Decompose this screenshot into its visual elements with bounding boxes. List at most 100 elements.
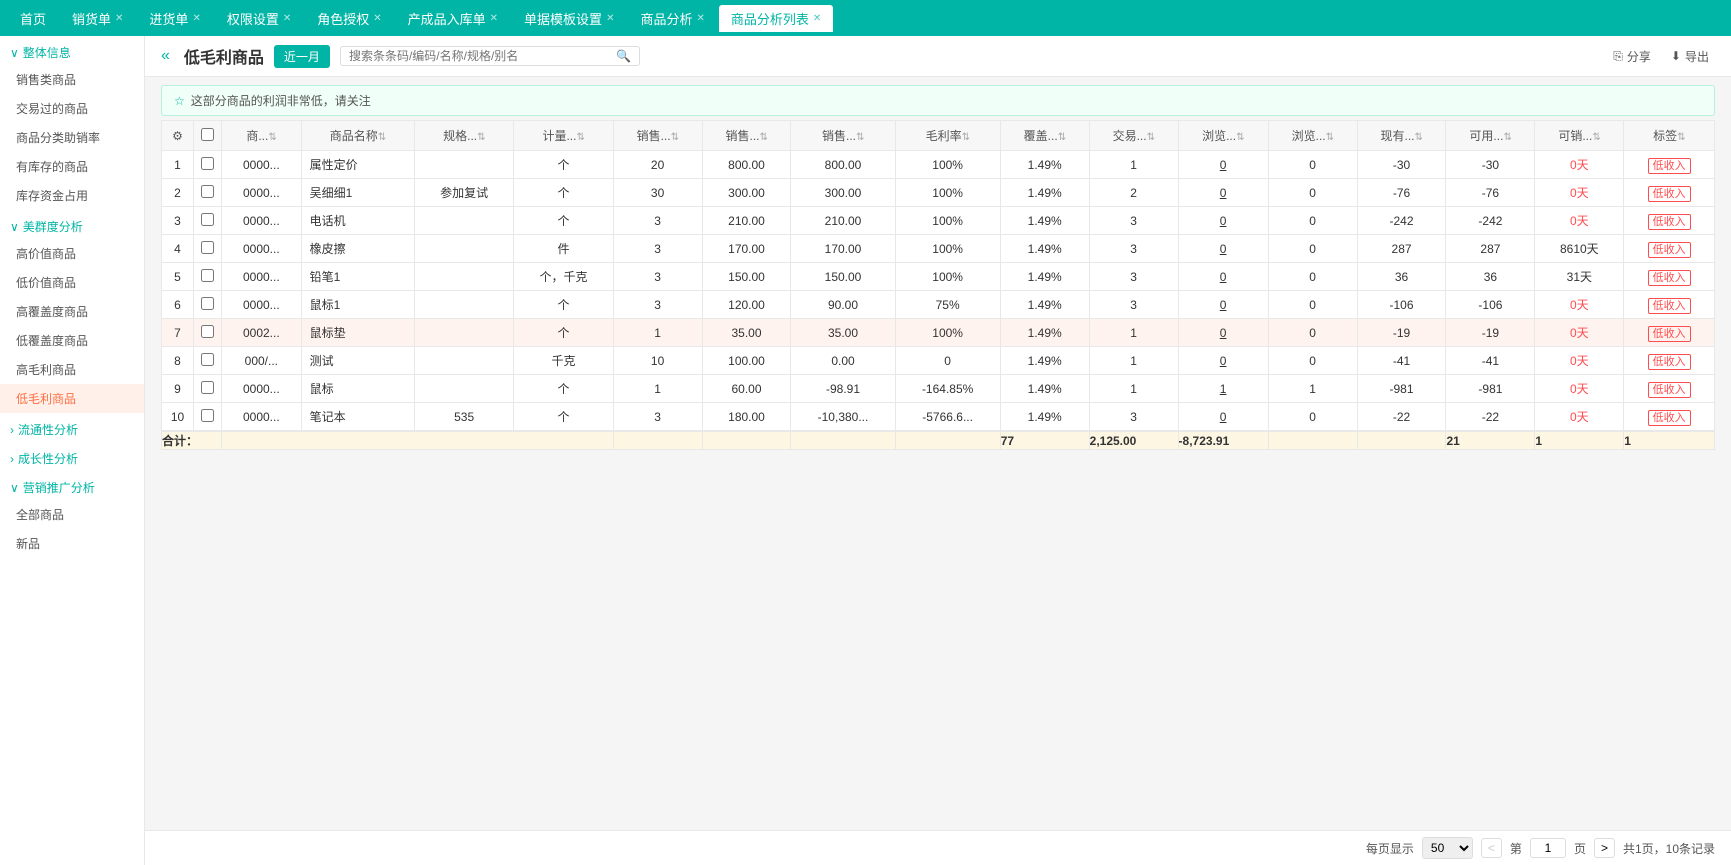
nav-close-icon[interactable]: ✕ — [373, 13, 381, 24]
row-browse1[interactable]: 0 — [1178, 347, 1268, 375]
data-table: ⚙ 商...⇅ 商品名称⇅ 规格...⇅ 计量...⇅ 销售...⇅ 销售...… — [161, 120, 1715, 450]
row-sales1: 20 — [613, 151, 702, 179]
page-input[interactable] — [1530, 838, 1566, 858]
col-browse2[interactable]: 浏览...⇅ — [1268, 121, 1357, 151]
nav-close-icon[interactable]: ✕ — [490, 13, 498, 24]
nav-template[interactable]: 单据模板设置 ✕ — [512, 5, 626, 32]
nav-product-in[interactable]: 产成品入库单 ✕ — [396, 5, 510, 32]
row-checkbox[interactable] — [194, 347, 222, 375]
col-settings[interactable]: ⚙ — [162, 121, 194, 151]
settings-icon[interactable]: ⚙ — [172, 129, 183, 143]
row-stock: -242 — [1357, 207, 1446, 235]
search-input[interactable] — [349, 49, 616, 63]
nav-close-icon[interactable]: ✕ — [192, 13, 200, 24]
col-trade[interactable]: 交易...⇅ — [1089, 121, 1178, 151]
row-checkbox[interactable] — [194, 235, 222, 263]
sidebar-item-low-cover[interactable]: 低覆盖度商品 — [0, 326, 144, 355]
col-sales1[interactable]: 销售...⇅ — [613, 121, 702, 151]
table-area[interactable]: ⚙ 商...⇅ 商品名称⇅ 规格...⇅ 计量...⇅ 销售...⇅ 销售...… — [161, 120, 1715, 830]
nav-close-icon[interactable]: ✕ — [696, 13, 704, 24]
col-cover[interactable]: 覆盖...⇅ — [1000, 121, 1089, 151]
page-size-select[interactable]: 50 100 200 — [1422, 837, 1473, 859]
row-checkbox[interactable] — [194, 151, 222, 179]
col-tag[interactable]: 标签⇅ — [1624, 121, 1715, 151]
row-tag: 低收入 — [1624, 263, 1715, 291]
col-browse1[interactable]: 浏览...⇅ — [1178, 121, 1268, 151]
sidebar-item-new-goods[interactable]: 新品 — [0, 529, 144, 558]
nav-analysis[interactable]: 商品分析 ✕ — [628, 5, 716, 32]
nav-role[interactable]: 角色授权 ✕ — [305, 5, 393, 32]
sidebar-group-overall[interactable]: ∨ 整体信息 — [0, 36, 144, 65]
col-sales3[interactable]: 销售...⇅ — [791, 121, 895, 151]
col-spec[interactable]: 规格...⇅ — [414, 121, 513, 151]
export-btn[interactable]: ⬇ 导出 — [1665, 45, 1715, 68]
row-name: 测试 — [301, 347, 414, 375]
nav-analysis-list[interactable]: 商品分析列表 ✕ — [719, 5, 833, 32]
sidebar-item-in-stock[interactable]: 有库存的商品 — [0, 152, 144, 181]
row-checkbox[interactable] — [194, 291, 222, 319]
col-sales2[interactable]: 销售...⇅ — [702, 121, 791, 151]
sidebar-item-category-rate[interactable]: 商品分类助销率 — [0, 123, 144, 152]
page-title: 低毛利商品 — [184, 44, 264, 68]
row-checkbox[interactable] — [194, 179, 222, 207]
row-checkbox[interactable] — [194, 207, 222, 235]
row-browse1[interactable]: 0 — [1178, 263, 1268, 291]
sidebar-item-all-goods[interactable]: 全部商品 — [0, 500, 144, 529]
sidebar-item-high-cover[interactable]: 高覆盖度商品 — [0, 297, 144, 326]
col-gross[interactable]: 毛利率⇅ — [895, 121, 1000, 151]
filter-recent-month-btn[interactable]: 近一月 — [274, 45, 330, 68]
col-code[interactable]: 商...⇅ — [222, 121, 302, 151]
row-browse1[interactable]: 0 — [1178, 151, 1268, 179]
sidebar-item-low-profit[interactable]: 低毛利商品 — [0, 384, 144, 413]
row-browse2: 0 — [1268, 263, 1357, 291]
col-sellable[interactable]: 可销...⇅ — [1535, 121, 1624, 151]
total-tag-empty: 1 — [1624, 431, 1715, 450]
row-sales3: -98.91 — [791, 375, 895, 403]
col-unit[interactable]: 计量...⇅ — [514, 121, 613, 151]
table-row: 7 0002... 鼠标垫 个 1 35.00 35.00 100% 1.49%… — [162, 319, 1715, 347]
nav-close-icon[interactable]: ✕ — [813, 13, 821, 24]
search-icon[interactable]: 🔍 — [616, 49, 631, 63]
row-browse1[interactable]: 0 — [1178, 291, 1268, 319]
row-checkbox[interactable] — [194, 403, 222, 432]
sidebar-group-marketing[interactable]: ∨ 营销推广分析 — [0, 471, 144, 500]
row-browse1[interactable]: 0 — [1178, 403, 1268, 432]
row-avail: -22 — [1446, 403, 1535, 432]
prev-page-btn[interactable]: < — [1481, 838, 1502, 858]
sidebar-group-growth[interactable]: › 成长性分析 — [0, 442, 144, 471]
table-row: 1 0000... 属性定价 个 20 800.00 800.00 100% 1… — [162, 151, 1715, 179]
row-checkbox[interactable] — [194, 263, 222, 291]
sidebar-item-sales-goods[interactable]: 销售类商品 — [0, 65, 144, 94]
nav-close-icon[interactable]: ✕ — [283, 13, 291, 24]
row-gross: 100% — [895, 319, 1000, 347]
sidebar-collapse-btn[interactable]: « — [161, 47, 170, 65]
notice-bar: ☆ 这部分商品的利润非常低，请关注 — [161, 85, 1715, 116]
sidebar-group-quality[interactable]: ∨ 美群度分析 — [0, 210, 144, 239]
row-browse1[interactable]: 0 — [1178, 207, 1268, 235]
row-checkbox[interactable] — [194, 319, 222, 347]
row-browse1[interactable]: 1 — [1178, 375, 1268, 403]
sidebar-item-traded-goods[interactable]: 交易过的商品 — [0, 94, 144, 123]
share-btn[interactable]: ⎘ 分享 — [1607, 45, 1657, 68]
row-checkbox[interactable] — [194, 375, 222, 403]
sidebar-item-low-value[interactable]: 低价值商品 — [0, 268, 144, 297]
nav-purchase[interactable]: 进货单 ✕ — [137, 5, 212, 32]
select-all-checkbox[interactable] — [201, 128, 214, 141]
row-browse1[interactable]: 0 — [1178, 319, 1268, 347]
col-name[interactable]: 商品名称⇅ — [301, 121, 414, 151]
nav-home[interactable]: 首页 — [8, 5, 58, 32]
sidebar-item-high-profit[interactable]: 高毛利商品 — [0, 355, 144, 384]
sidebar-item-high-value[interactable]: 高价值商品 — [0, 239, 144, 268]
sidebar-group-flow[interactable]: › 流通性分析 — [0, 413, 144, 442]
col-avail[interactable]: 可用...⇅ — [1446, 121, 1535, 151]
col-stock[interactable]: 现有...⇅ — [1357, 121, 1446, 151]
col-checkbox[interactable] — [194, 121, 222, 151]
row-browse1[interactable]: 0 — [1178, 235, 1268, 263]
next-page-btn[interactable]: > — [1594, 838, 1615, 858]
nav-permission[interactable]: 权限设置 ✕ — [215, 5, 303, 32]
nav-close-icon[interactable]: ✕ — [606, 13, 614, 24]
nav-sales[interactable]: 销货单 ✕ — [60, 5, 135, 32]
nav-close-icon[interactable]: ✕ — [115, 13, 123, 24]
sidebar-item-capital[interactable]: 库存资金占用 — [0, 181, 144, 210]
row-browse1[interactable]: 0 — [1178, 179, 1268, 207]
